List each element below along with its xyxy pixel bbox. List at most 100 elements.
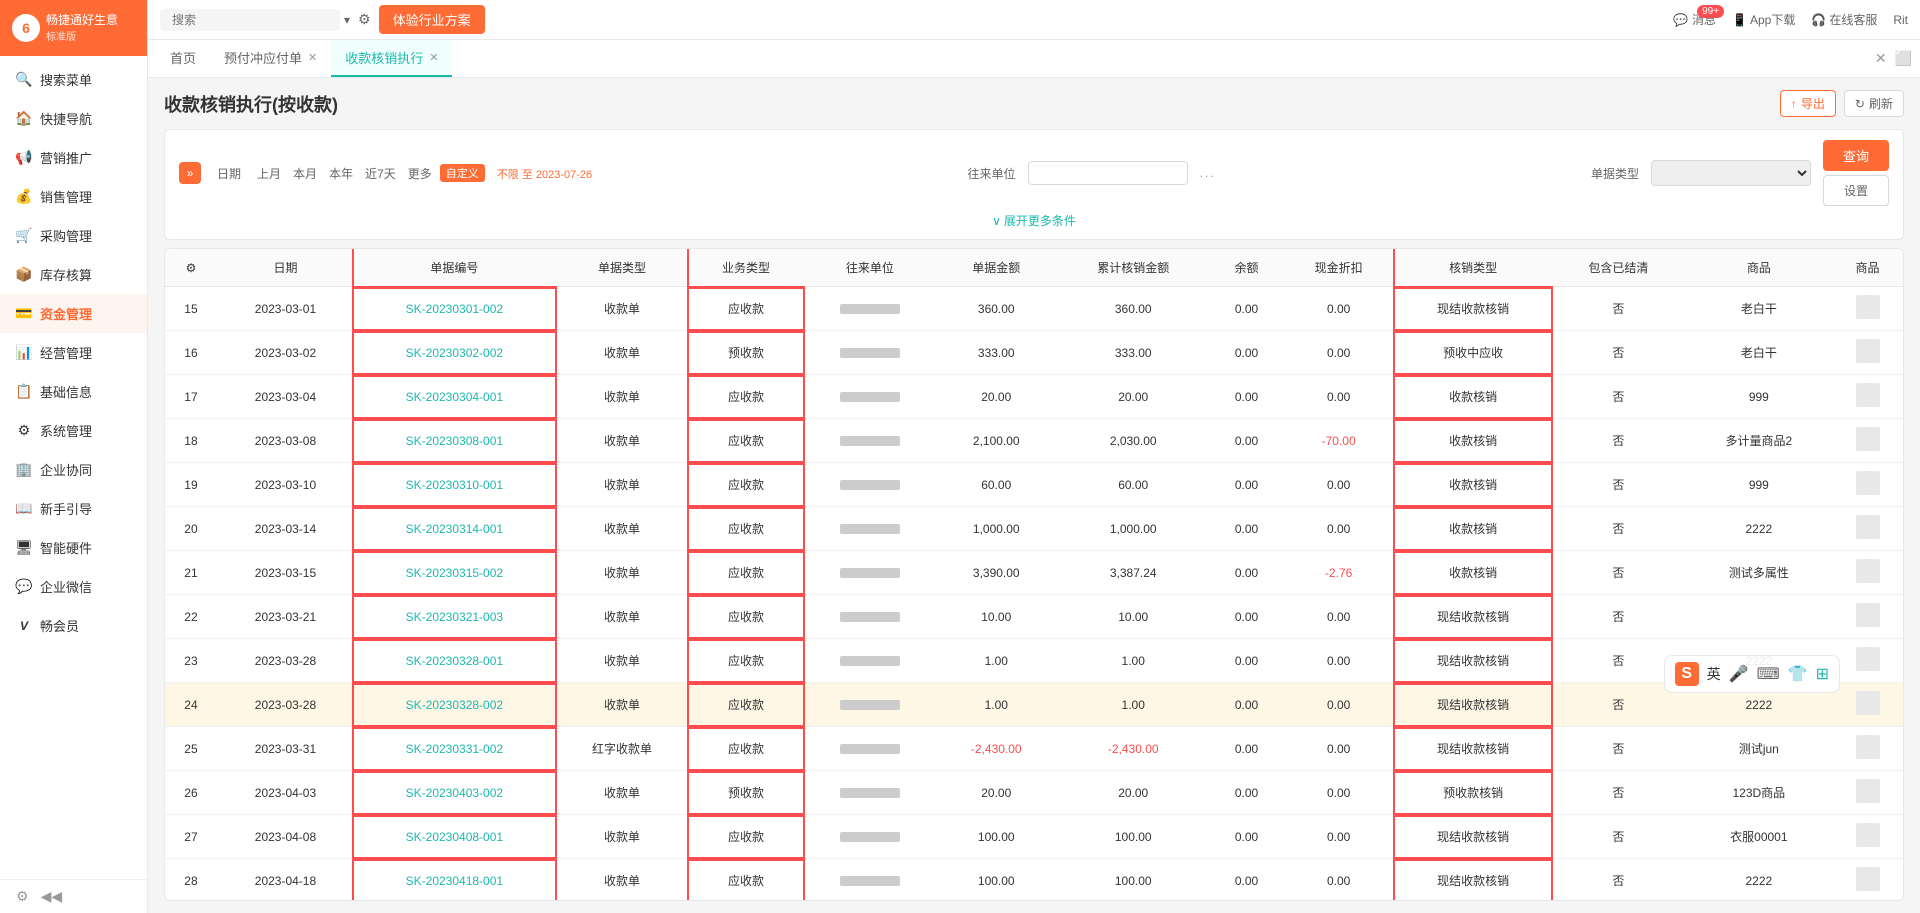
cell-include-cleared: 否 <box>1551 727 1686 771</box>
cell-counterparty <box>803 683 938 727</box>
sidebar-item-system[interactable]: ⚙ 系统管理 <box>0 411 147 450</box>
sidebar-gear-button[interactable]: ⚙ <box>16 888 29 905</box>
voucher-no-link[interactable]: SK-20230403-002 <box>406 786 503 800</box>
table-row: 17 2023-03-04 SK-20230304-001 收款单 应收款 20… <box>165 375 1903 419</box>
date-quick-buttons: 上月 本月 本年 近7天 更多 自定义 <box>253 163 485 184</box>
cell-biz-type: 应收款 <box>689 463 802 507</box>
voucher-no-link[interactable]: SK-20230418-001 <box>406 874 503 888</box>
sidebar-item-hardware[interactable]: 🖥 智能硬件 <box>0 528 147 567</box>
sidebar-item-purchase[interactable]: 🛒 采购管理 <box>0 216 147 255</box>
last-7days-btn[interactable]: 近7天 <box>361 163 400 184</box>
tab-close-all-icon[interactable]: ✕ <box>1875 50 1887 67</box>
tab-prepay-close[interactable]: ✕ <box>308 51 317 64</box>
voucher-no-link[interactable]: SK-20230408-001 <box>406 830 503 844</box>
sidebar-item-sales[interactable]: 💰 销售管理 <box>0 177 147 216</box>
voucher-no-link[interactable]: SK-20230328-001 <box>406 654 503 668</box>
solution-button[interactable]: 体验行业方案 <box>379 5 485 34</box>
headset-icon: 🎧 <box>1811 13 1826 27</box>
refresh-button[interactable]: ↻ 刷新 <box>1844 90 1904 117</box>
online-service-button[interactable]: 🎧 在线客服 <box>1811 11 1877 28</box>
export-button[interactable]: ↑ 导出 <box>1780 90 1836 117</box>
cell-balance: 0.00 <box>1211 859 1282 901</box>
cell-amount: 333.00 <box>937 331 1055 375</box>
voucher-no-link[interactable]: SK-20230302-002 <box>406 346 503 360</box>
sidebar-item-basic[interactable]: 📋 基础信息 <box>0 372 147 411</box>
sidebar: 6 畅捷通好生意 标准版 🔍 搜索菜单 🏠 快捷导航 📢 营销推广 💰 销售管理… <box>0 0 148 913</box>
cell-include-cleared: 否 <box>1551 287 1686 331</box>
filter-right-buttons: 查询 设置 <box>1823 140 1889 206</box>
voucher-no-link[interactable]: SK-20230308-001 <box>406 434 503 448</box>
this-year-btn[interactable]: 本年 <box>325 163 357 184</box>
cell-verify-type: 现结收款核销 <box>1395 859 1551 901</box>
cell-include-cleared: 否 <box>1551 375 1686 419</box>
tab-collection[interactable]: 收款核销执行 ✕ <box>331 40 452 77</box>
cell-row-num: 24 <box>165 683 217 727</box>
cell-cash-discount: 0.00 <box>1282 287 1395 331</box>
sidebar-item-operation[interactable]: 📊 经营管理 <box>0 333 147 372</box>
tab-home[interactable]: 首页 <box>156 40 210 77</box>
cell-balance: 0.00 <box>1211 419 1282 463</box>
cell-amount: 1.00 <box>937 639 1055 683</box>
cell-accumulated: 100.00 <box>1055 815 1211 859</box>
app-download-button[interactable]: 📱 App下载 <box>1732 11 1795 28</box>
filter-settings-button[interactable]: 设置 <box>1823 175 1889 206</box>
sidebar-item-member[interactable]: V 畅会员 <box>0 606 147 645</box>
cell-goods: 123D商品 <box>1686 771 1832 815</box>
sidebar-item-finance[interactable]: 💳 资金管理 <box>0 294 147 333</box>
cell-counterparty <box>803 727 938 771</box>
more-date-btn[interactable]: 更多 <box>404 163 436 184</box>
voucher-no-link[interactable]: SK-20230301-002 <box>406 302 503 316</box>
voucher-no-link[interactable]: SK-20230315-002 <box>406 566 503 580</box>
cell-voucher-no: SK-20230315-002 <box>354 551 555 595</box>
cell-counterparty <box>803 419 938 463</box>
voucher-no-link[interactable]: SK-20230321-003 <box>406 610 503 624</box>
voucher-no-link[interactable]: SK-20230314-001 <box>406 522 503 536</box>
cell-goods-img <box>1832 507 1903 551</box>
date-range-display: 不限 至 2023-07-26 <box>497 166 592 182</box>
cell-row-num: 28 <box>165 859 217 901</box>
voucher-type-select[interactable] <box>1651 160 1811 186</box>
cell-balance: 0.00 <box>1211 287 1282 331</box>
this-month-btn[interactable]: 本月 <box>289 163 321 184</box>
sidebar-item-label: 畅会员 <box>40 616 79 635</box>
cell-counterparty <box>803 375 938 419</box>
query-button[interactable]: 查询 <box>1823 140 1889 171</box>
custom-date-btn[interactable]: 自定义 <box>440 164 485 182</box>
sidebar-collapse-button[interactable]: ◀◀ <box>41 888 63 905</box>
cell-balance: 0.00 <box>1211 815 1282 859</box>
cell-row-num: 26 <box>165 771 217 815</box>
filter-collapse-button[interactable]: » <box>179 162 201 184</box>
cell-date: 2023-04-18 <box>217 859 354 901</box>
tab-expand-icon[interactable]: ⬜ <box>1895 50 1912 67</box>
sidebar-item-marketing[interactable]: 📢 营销推广 <box>0 138 147 177</box>
topbar-gear-icon[interactable]: ⚙ <box>358 11 371 28</box>
cell-counterparty <box>803 507 938 551</box>
message-icon: 💬 <box>1673 13 1688 27</box>
topbar-dropdown[interactable]: ▾ <box>344 13 350 27</box>
page-title: 收款核销执行(按收款) <box>164 91 338 117</box>
voucher-no-link[interactable]: SK-20230304-001 <box>406 390 503 404</box>
cell-row-num: 16 <box>165 331 217 375</box>
sidebar-item-search[interactable]: 🔍 搜索菜单 <box>0 60 147 99</box>
sidebar-item-quick[interactable]: 🏠 快捷导航 <box>0 99 147 138</box>
topbar-search-input[interactable] <box>160 9 340 31</box>
counterparty-input[interactable] <box>1028 161 1188 185</box>
sidebar-item-enterprise[interactable]: 🏢 企业协同 <box>0 450 147 489</box>
tab-collection-close[interactable]: ✕ <box>429 51 438 64</box>
sidebar-item-wechat[interactable]: 💬 企业微信 <box>0 567 147 606</box>
voucher-no-link[interactable]: SK-20230328-002 <box>406 698 503 712</box>
voucher-no-link[interactable]: SK-20230310-001 <box>406 478 503 492</box>
voucher-no-link[interactable]: SK-20230331-002 <box>406 742 503 756</box>
sidebar-item-guide[interactable]: 📖 新手引导 <box>0 489 147 528</box>
tab-prepay[interactable]: 预付冲应付单 ✕ <box>210 40 331 77</box>
table-wrapper[interactable]: ⚙ 日期 单据编号 单据类型 业务类型 往来单位 单据金额 累计核销金额 余额 … <box>165 249 1903 900</box>
last-month-btn[interactable]: 上月 <box>253 163 285 184</box>
expand-more-button[interactable]: ∨ 展开更多条件 <box>992 212 1076 229</box>
sidebar-item-inventory[interactable]: 📦 库存核算 <box>0 255 147 294</box>
chevron-down-icon: ▾ <box>344 13 350 27</box>
cell-biz-type: 应收款 <box>689 287 802 331</box>
message-button[interactable]: 💬 消息 99+ <box>1673 11 1716 28</box>
cell-voucher-no: SK-20230310-001 <box>354 463 555 507</box>
cell-include-cleared: 否 <box>1551 815 1686 859</box>
cell-accumulated: 100.00 <box>1055 859 1211 901</box>
